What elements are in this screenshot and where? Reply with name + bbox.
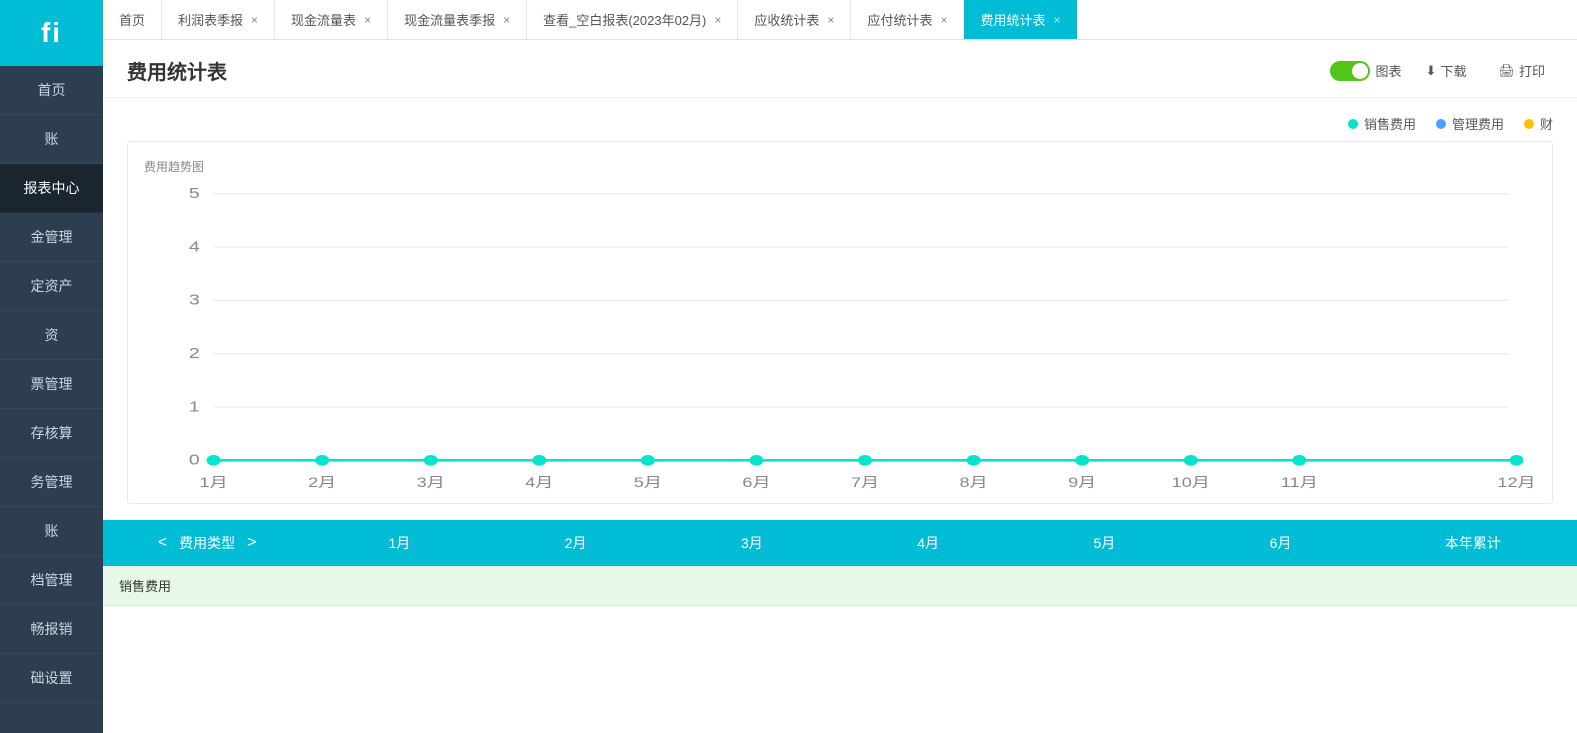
expense-table: < 费用类型 > 1月 2月 3月 4月 5月 6月 本年累计 销售费用 xyxy=(103,520,1577,606)
page-content: 费用统计表 图表 ⬇ 下载 🖨 打印 xyxy=(103,40,1577,733)
sidebar-item-home[interactable]: 首页 xyxy=(0,66,103,115)
tab-close-cashflow-q[interactable]: × xyxy=(503,13,510,27)
sidebar-item-archive[interactable]: 档管理 xyxy=(0,556,103,605)
legend-label-finance: 财 xyxy=(1540,114,1553,133)
sidebar-item-inventory[interactable]: 存核算 xyxy=(0,409,103,458)
th-m1: 1月 xyxy=(311,533,487,553)
tab-receivable[interactable]: 应收统计表 × xyxy=(738,0,851,40)
th-m6: 6月 xyxy=(1192,533,1368,553)
prev-months-button[interactable]: < xyxy=(154,532,171,554)
svg-text:0: 0 xyxy=(189,451,200,468)
tab-cashflow[interactable]: 现金流量表 × xyxy=(275,0,388,40)
svg-text:10月: 10月 xyxy=(1172,475,1210,490)
download-label: 下载 xyxy=(1440,61,1466,80)
legend-finance: 财 xyxy=(1524,114,1553,133)
sidebar-item-fixed-assets[interactable]: 定资产 xyxy=(0,262,103,311)
th-ytd: 本年累计 xyxy=(1369,533,1577,553)
tab-close-expense-stat[interactable]: × xyxy=(1053,13,1060,27)
svg-text:2月: 2月 xyxy=(308,475,336,490)
svg-text:5: 5 xyxy=(189,184,200,201)
sidebar: fi 首页 账 报表中心 金管理 定资产 资 票管理 存核算 务管理 账 档管理… xyxy=(0,0,103,733)
legend-label-admin: 管理费用 xyxy=(1452,114,1504,133)
chart-section: 销售费用 管理费用 财 费用趋势图 xyxy=(103,98,1577,520)
tab-close-receivable[interactable]: × xyxy=(827,13,834,27)
tab-close-blank[interactable]: × xyxy=(714,13,721,27)
td-type-sales: 销售费用 xyxy=(103,576,318,595)
chart-container: 费用趋势图 5 4 3 2 1 0 xyxy=(127,141,1553,504)
chart-title: 费用趋势图 xyxy=(144,158,1536,175)
tab-home[interactable]: 首页 xyxy=(103,0,162,40)
next-months-button[interactable]: > xyxy=(243,532,260,554)
app-logo: fi xyxy=(0,0,103,66)
tab-blank-report[interactable]: 查看_空白报表(2023年02月) × xyxy=(527,0,738,40)
tab-expense-stat[interactable]: 费用统计表 × xyxy=(964,0,1077,40)
svg-text:2: 2 xyxy=(189,344,200,361)
svg-text:9月: 9月 xyxy=(1068,475,1096,490)
th-m2: 2月 xyxy=(488,533,664,553)
svg-text:4月: 4月 xyxy=(525,475,553,490)
print-label: 打印 xyxy=(1519,61,1545,80)
legend-dot-finance xyxy=(1524,119,1534,129)
line-chart: 5 4 3 2 1 0 xyxy=(144,183,1536,503)
print-icon: 🖨 xyxy=(1498,63,1515,79)
header-actions: 图表 ⬇ 下载 🖨 打印 xyxy=(1330,57,1553,84)
svg-text:12月: 12月 xyxy=(1497,475,1535,490)
th-type: < 费用类型 > xyxy=(103,532,311,554)
chart-toggle-label: 图表 xyxy=(1376,61,1402,80)
download-button[interactable]: ⬇ 下载 xyxy=(1418,57,1475,84)
th-m4: 4月 xyxy=(840,533,1016,553)
svg-text:3: 3 xyxy=(189,291,200,308)
svg-text:1: 1 xyxy=(189,398,200,415)
tab-close-payable[interactable]: × xyxy=(940,13,947,27)
th-m5: 5月 xyxy=(1016,533,1192,553)
sidebar-item-fund[interactable]: 金管理 xyxy=(0,213,103,262)
chart-legend: 销售费用 管理费用 财 xyxy=(127,114,1553,133)
tab-payable[interactable]: 应付统计表 × xyxy=(851,0,964,40)
print-button[interactable]: 🖨 打印 xyxy=(1490,57,1553,84)
svg-text:11月: 11月 xyxy=(1281,475,1318,490)
main-area: 首页 利润表季报 × 现金流量表 × 现金流量表季报 × 查看_空白报表(202… xyxy=(103,0,1577,733)
th-m3: 3月 xyxy=(664,533,840,553)
sidebar-item-settings[interactable]: 础设置 xyxy=(0,654,103,703)
sidebar-item-investment[interactable]: 资 xyxy=(0,311,103,360)
page-title: 费用统计表 xyxy=(127,56,227,85)
table-row: 销售费用 xyxy=(103,566,1577,606)
table-header: < 费用类型 > 1月 2月 3月 4月 5月 6月 本年累计 xyxy=(103,520,1577,566)
legend-sales: 销售费用 xyxy=(1348,114,1416,133)
sidebar-item-services[interactable]: 务管理 xyxy=(0,458,103,507)
tab-close-profit[interactable]: × xyxy=(251,13,258,27)
page-header: 费用统计表 图表 ⬇ 下载 🖨 打印 xyxy=(103,40,1577,98)
chart-toggle-wrap: 图表 xyxy=(1330,61,1402,81)
download-icon: ⬇ xyxy=(1426,63,1437,79)
legend-label-sales: 销售费用 xyxy=(1364,114,1416,133)
sidebar-item-expense[interactable]: 畅报销 xyxy=(0,605,103,654)
legend-admin: 管理费用 xyxy=(1436,114,1504,133)
sidebar-item-ledger[interactable]: 账 xyxy=(0,507,103,556)
svg-text:4: 4 xyxy=(189,238,200,255)
tab-close-cashflow[interactable]: × xyxy=(364,13,371,27)
legend-dot-admin xyxy=(1436,119,1446,129)
svg-text:1月: 1月 xyxy=(200,475,228,490)
svg-text:6月: 6月 xyxy=(742,475,770,490)
svg-text:3月: 3月 xyxy=(417,475,445,490)
svg-text:5月: 5月 xyxy=(634,475,662,490)
tab-cashflow-q[interactable]: 现金流量表季报 × xyxy=(388,0,527,40)
svg-text:8月: 8月 xyxy=(960,475,988,490)
svg-text:7月: 7月 xyxy=(851,475,879,490)
chart-toggle[interactable] xyxy=(1330,61,1370,81)
sidebar-item-invoice[interactable]: 票管理 xyxy=(0,360,103,409)
tab-profit[interactable]: 利润表季报 × xyxy=(162,0,275,40)
legend-dot-sales xyxy=(1348,119,1358,129)
tab-bar: 首页 利润表季报 × 现金流量表 × 现金流量表季报 × 查看_空白报表(202… xyxy=(103,0,1577,40)
sidebar-item-accounts[interactable]: 账 xyxy=(0,115,103,164)
sidebar-item-reports[interactable]: 报表中心 xyxy=(0,164,103,213)
